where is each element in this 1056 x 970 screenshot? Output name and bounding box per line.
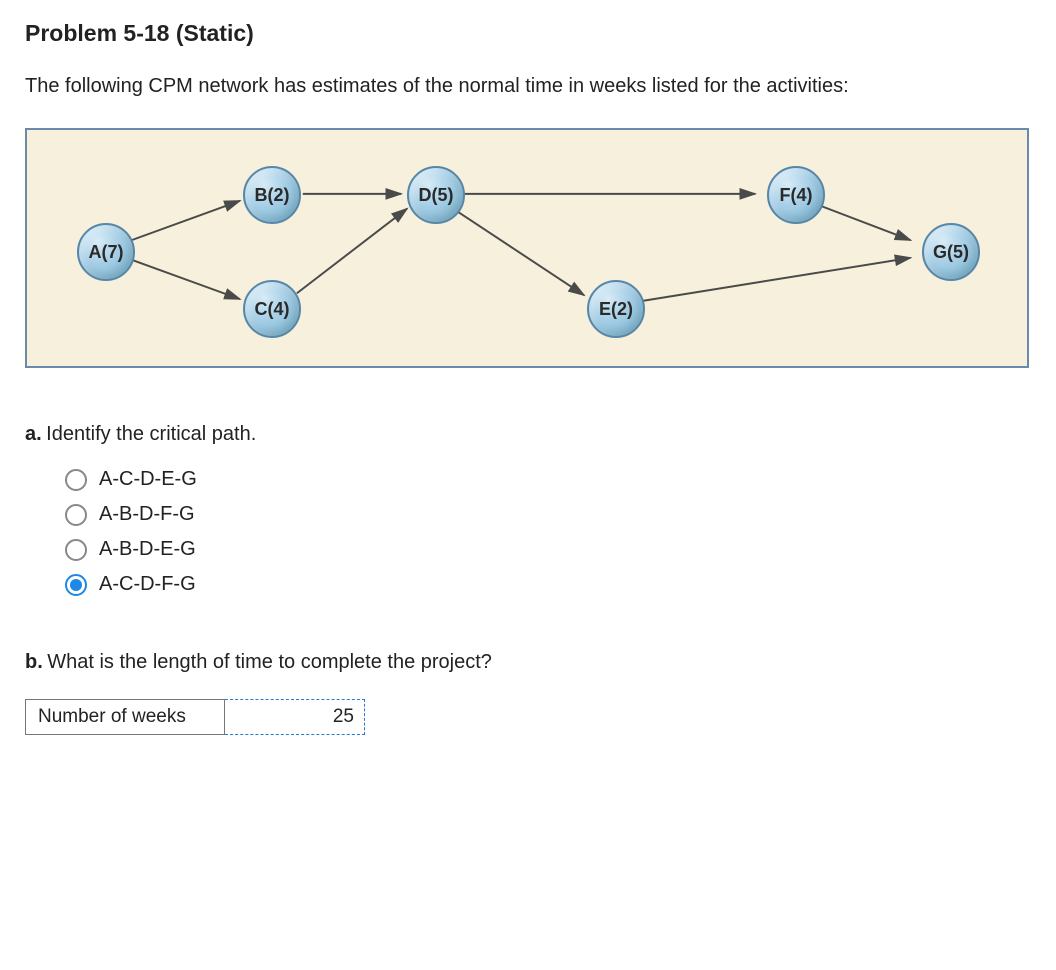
answer-row: Number of weeks 25 — [25, 699, 1031, 735]
question-a: a. Identify the critical path. A-C-D-E-G… — [25, 423, 1031, 596]
option-3[interactable]: A-B-D-E-G — [65, 538, 1031, 561]
radio-icon[interactable] — [65, 469, 87, 491]
option-label: A-C-D-F-G — [99, 573, 196, 596]
option-label: A-B-D-E-G — [99, 538, 196, 561]
node-e: E(2) — [587, 280, 645, 338]
diagram-edges — [27, 130, 1027, 366]
option-4[interactable]: A-C-D-F-G — [65, 573, 1031, 596]
node-d: D(5) — [407, 166, 465, 224]
question-b-text: What is the length of time to complete t… — [47, 651, 492, 673]
question-b: b. What is the length of time to complet… — [25, 651, 1031, 735]
answer-label: Number of weeks — [25, 699, 225, 735]
question-a-text: Identify the critical path. — [46, 423, 256, 445]
question-a-options: A-C-D-E-G A-B-D-F-G A-B-D-E-G A-C-D-F-G — [65, 468, 1031, 596]
radio-icon[interactable] — [65, 504, 87, 526]
option-2[interactable]: A-B-D-F-G — [65, 503, 1031, 526]
node-b: B(2) — [243, 166, 301, 224]
node-g: G(5) — [922, 223, 980, 281]
problem-description: The following CPM network has estimates … — [25, 75, 1031, 98]
radio-icon[interactable] — [65, 574, 87, 596]
question-b-label: b. — [25, 651, 43, 673]
answer-input[interactable]: 25 — [225, 699, 365, 735]
option-label: A-C-D-E-G — [99, 468, 197, 491]
node-f: F(4) — [767, 166, 825, 224]
node-a: A(7) — [77, 223, 135, 281]
radio-icon[interactable] — [65, 539, 87, 561]
question-a-label: a. — [25, 423, 42, 445]
node-c: C(4) — [243, 280, 301, 338]
option-label: A-B-D-F-G — [99, 503, 195, 526]
cpm-network-diagram: A(7) B(2) C(4) D(5) E(2) F(4) G(5) — [25, 128, 1029, 368]
problem-title: Problem 5-18 (Static) — [25, 20, 1031, 47]
option-1[interactable]: A-C-D-E-G — [65, 468, 1031, 491]
